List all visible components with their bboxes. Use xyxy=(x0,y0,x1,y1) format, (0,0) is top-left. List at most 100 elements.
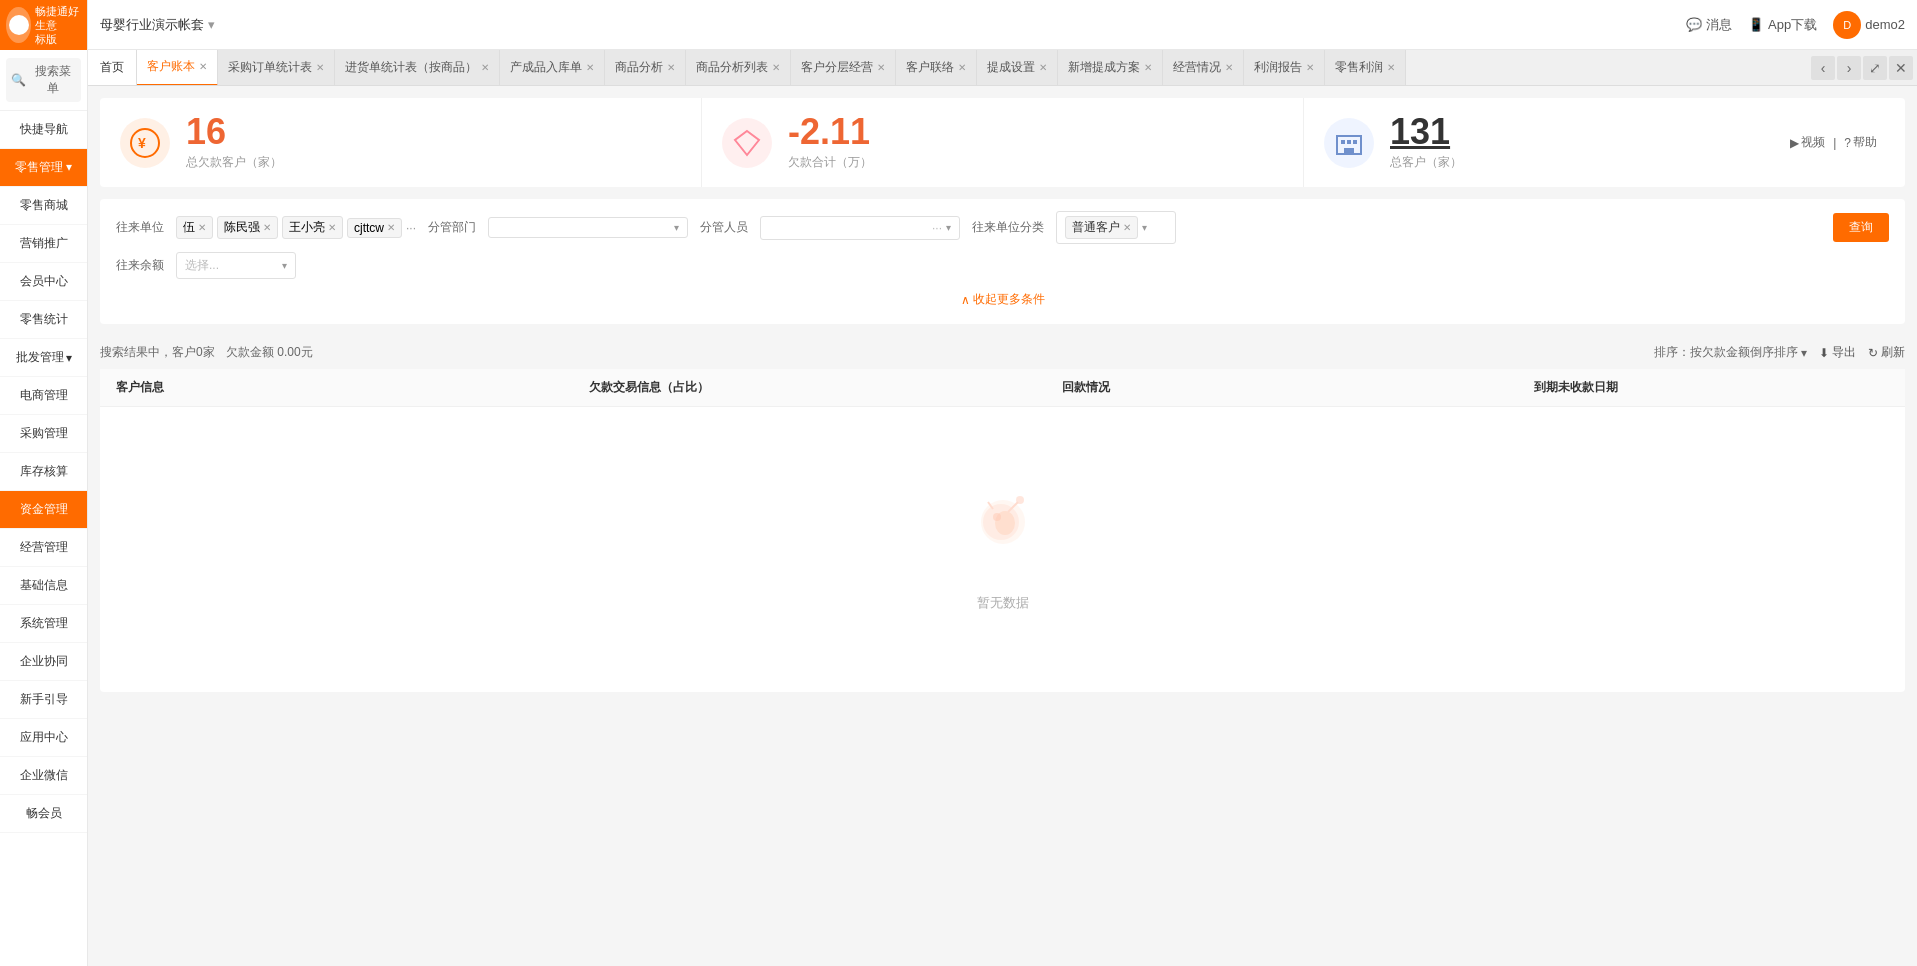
debt-amount: -2.11 xyxy=(788,114,872,150)
tab-new-commission[interactable]: 新增提成方案 ✕ xyxy=(1058,50,1163,86)
tab-purchase-order-stats[interactable]: 采购订单统计表 ✕ xyxy=(218,50,335,86)
building-icon xyxy=(1324,118,1374,168)
sidebar-item-app-center[interactable]: 应用中心 xyxy=(0,719,87,757)
tab-close-icon[interactable]: ✕ xyxy=(1387,62,1395,73)
sidebar-item-marketing[interactable]: 营销推广 xyxy=(0,225,87,263)
refresh-button[interactable]: ↻ 刷新 xyxy=(1868,344,1905,361)
category-filter-select[interactable]: 普通客户 ✕ ▾ xyxy=(1056,211,1176,244)
help-button[interactable]: ? 帮助 xyxy=(1844,134,1877,151)
tab-purchase-stats-product[interactable]: 进货单统计表（按商品） ✕ xyxy=(335,50,500,86)
account-selector[interactable]: 母婴行业演示帐套 ▾ xyxy=(100,16,215,34)
tab-operations[interactable]: 经营情况 ✕ xyxy=(1163,50,1244,86)
sidebar-item-member[interactable]: 会员中心 xyxy=(0,263,87,301)
sidebar-item-system[interactable]: 系统管理 xyxy=(0,605,87,643)
tab-customer-contact[interactable]: 客户联络 ✕ xyxy=(896,50,977,86)
tab-retail-profit[interactable]: 零售利润 ✕ xyxy=(1325,50,1406,86)
topbar-right: 💬 消息 📱 App下载 D demo2 xyxy=(1686,11,1905,39)
filter-row-2: 往来余额 选择... ▾ xyxy=(116,252,1889,279)
tab-profit-report[interactable]: 利润报告 ✕ xyxy=(1244,50,1325,86)
dept-filter-label: 分管部门 xyxy=(428,219,476,236)
sidebar-item-wechat[interactable]: 企业微信 xyxy=(0,757,87,795)
tab-close-icon[interactable]: ✕ xyxy=(1225,62,1233,73)
tab-customer-ledger[interactable]: 客户账本 ✕ xyxy=(137,50,218,86)
tab-close-icon[interactable]: ✕ xyxy=(586,62,594,73)
sidebar: ¥ 畅捷通好生意 标版 🔍 搜索菜单 快捷导航 零售管理 ▾ 零售商城 营销推广… xyxy=(0,0,88,966)
result-actions: 排序：按欠款金额倒序排序 ▾ ⬇ 导出 ↻ 刷新 xyxy=(1654,344,1905,361)
sidebar-item-ecom[interactable]: 电商管理 xyxy=(0,377,87,415)
tab-close-icon[interactable]: ✕ xyxy=(481,62,489,73)
tab-close-icon[interactable]: ✕ xyxy=(1039,62,1047,73)
tab-commission-settings[interactable]: 提成设置 ✕ xyxy=(977,50,1058,86)
sidebar-item-retail[interactable]: 零售管理 ▾ xyxy=(0,149,87,187)
logo-icon: ¥ xyxy=(6,7,31,43)
tab-close-icon[interactable]: ✕ xyxy=(772,62,780,73)
tabbar: 首页 客户账本 ✕ 采购订单统计表 ✕ 进货单统计表（按商品） ✕ 产成品入库单… xyxy=(88,50,1917,86)
export-button[interactable]: ⬇ 导出 xyxy=(1819,344,1856,361)
sidebar-item-finance[interactable]: 资金管理 xyxy=(0,491,87,529)
app-download-button[interactable]: 📱 App下载 xyxy=(1748,16,1817,34)
tab-close-icon[interactable]: ✕ xyxy=(958,62,966,73)
tab-expand-button[interactable]: ⤢ xyxy=(1863,56,1887,80)
tab-product-analysis[interactable]: 商品分析 ✕ xyxy=(605,50,686,86)
sidebar-item-collab[interactable]: 企业协同 xyxy=(0,643,87,681)
sidebar-item-tutorial[interactable]: 新手引导 xyxy=(0,681,87,719)
sidebar-item-retail-mall[interactable]: 零售商城 xyxy=(0,187,87,225)
sidebar-item-inventory[interactable]: 库存核算 xyxy=(0,453,87,491)
overdue-count: 16 xyxy=(186,114,282,150)
person-filter-select[interactable]: ··· ▾ xyxy=(760,216,960,240)
tab-product-analysis-list[interactable]: 商品分析列表 ✕ xyxy=(686,50,791,86)
stat-overdue-info: 16 总欠款客户（家） xyxy=(186,114,282,171)
svg-point-15 xyxy=(1016,496,1024,504)
balance-filter-select[interactable]: 选择... ▾ xyxy=(176,252,296,279)
tab-home[interactable]: 首页 xyxy=(88,50,137,86)
unit-tag-cjttcw: cjttcw ✕ xyxy=(347,218,402,238)
dept-filter-select[interactable]: ▾ xyxy=(488,217,688,238)
stats-row: ¥ 16 总欠款客户（家） -2.11 欠款合计（万） xyxy=(100,98,1905,187)
collapse-button[interactable]: ∧ 收起更多条件 xyxy=(961,291,1045,308)
sort-select[interactable]: 排序：按欠款金额倒序排序 ▾ xyxy=(1654,344,1807,361)
unit-filter-label: 往来单位 xyxy=(116,219,164,236)
sidebar-item-operations[interactable]: 经营管理 xyxy=(0,529,87,567)
result-bar: 搜索结果中，客户0家 欠款金额 0.00元 排序：按欠款金额倒序排序 ▾ ⬇ 导… xyxy=(100,336,1905,369)
user-profile[interactable]: D demo2 xyxy=(1833,11,1905,39)
unit-tag-wu: 伍 ✕ xyxy=(176,216,213,239)
empty-illustration xyxy=(963,487,1043,586)
tab-product-inbound[interactable]: 产成品入库单 ✕ xyxy=(500,50,605,86)
sidebar-item-quicknav[interactable]: 快捷导航 xyxy=(0,111,87,149)
tabbar-controls: ‹ › ⤢ ✕ xyxy=(1807,56,1917,80)
unit-tag-cjttcw-close[interactable]: ✕ xyxy=(387,222,395,233)
tab-close-icon[interactable]: ✕ xyxy=(1306,62,1314,73)
filter-row-1: 往来单位 伍 ✕ 陈民强 ✕ 王小亮 ✕ cjttcw xyxy=(116,211,1889,244)
sidebar-item-wholesale[interactable]: 批发管理 ▾ xyxy=(0,339,87,377)
tab-close-icon[interactable]: ✕ xyxy=(199,61,207,72)
sidebar-item-member-app[interactable]: 畅会员 xyxy=(0,795,87,833)
tab-close-icon[interactable]: ✕ xyxy=(1144,62,1152,73)
message-button[interactable]: 💬 消息 xyxy=(1686,16,1732,34)
video-button[interactable]: ▶ 视频 xyxy=(1790,134,1825,151)
query-button[interactable]: 查询 xyxy=(1833,213,1889,242)
unit-tag-chen: 陈民强 ✕ xyxy=(217,216,278,239)
tab-close-icon[interactable]: ✕ xyxy=(667,62,675,73)
col-repayment: 回款情况 xyxy=(1062,379,1535,396)
search-menu-button[interactable]: 🔍 搜索菜单 xyxy=(6,58,81,102)
tab-close-all-button[interactable]: ✕ xyxy=(1889,56,1913,80)
tab-close-icon[interactable]: ✕ xyxy=(877,62,885,73)
unit-tag-wu-close[interactable]: ✕ xyxy=(198,222,206,233)
category-tag-close[interactable]: ✕ xyxy=(1123,222,1131,233)
tab-customer-layer[interactable]: 客户分层经营 ✕ xyxy=(791,50,896,86)
refresh-icon: ↻ xyxy=(1868,346,1878,360)
svg-marker-4 xyxy=(735,131,759,155)
sidebar-item-basic-info[interactable]: 基础信息 xyxy=(0,567,87,605)
tab-close-icon[interactable]: ✕ xyxy=(316,62,324,73)
question-icon: ? xyxy=(1844,136,1851,150)
balance-placeholder: 选择... xyxy=(185,257,278,274)
tab-scroll-left-button[interactable]: ‹ xyxy=(1811,56,1835,80)
unit-tag-wang-close[interactable]: ✕ xyxy=(328,222,336,233)
sidebar-item-purchase[interactable]: 采购管理 xyxy=(0,415,87,453)
tab-scroll-right-button[interactable]: › xyxy=(1837,56,1861,80)
sidebar-item-retail-stats[interactable]: 零售统计 xyxy=(0,301,87,339)
message-icon: 💬 xyxy=(1686,17,1702,32)
col-due-date: 到期未收款日期 xyxy=(1534,379,1889,396)
unit-filter-more[interactable]: ··· xyxy=(406,221,416,235)
unit-tag-chen-close[interactable]: ✕ xyxy=(263,222,271,233)
